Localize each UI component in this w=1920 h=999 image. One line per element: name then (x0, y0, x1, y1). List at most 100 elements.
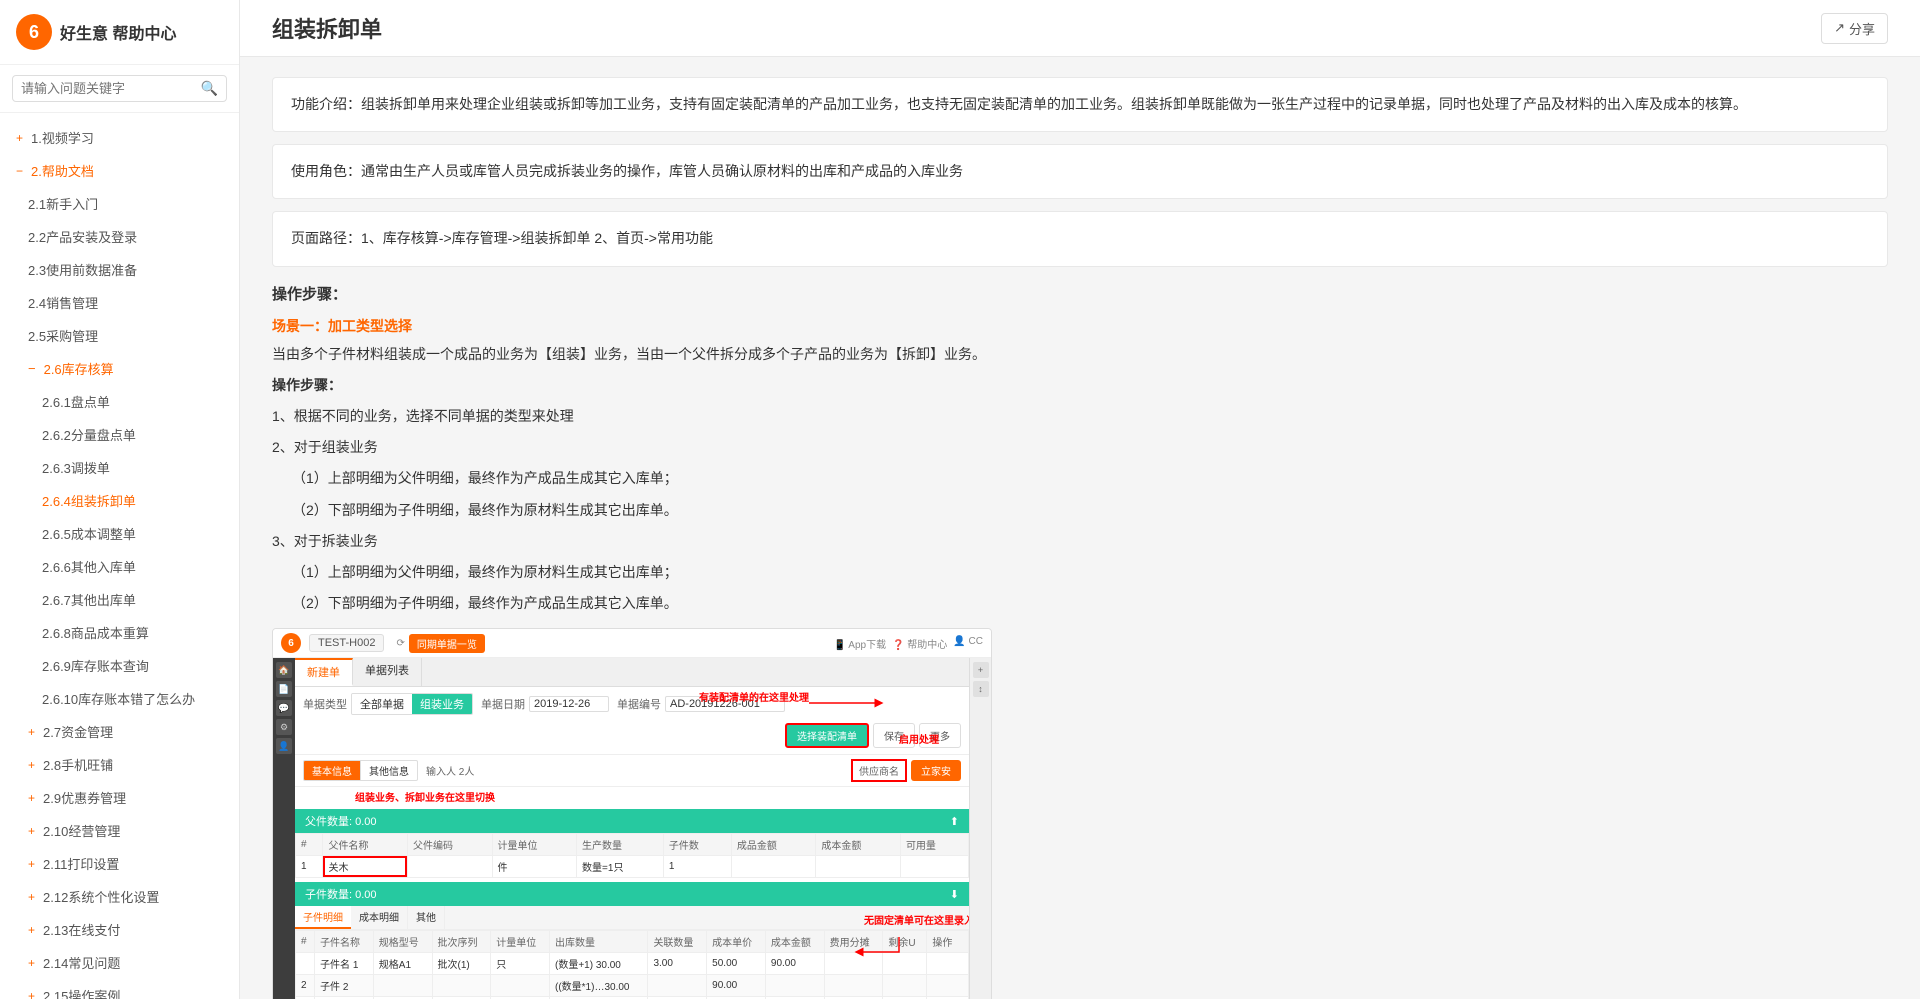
sidebar-item-transfer[interactable]: 2.6.3调拨单 (0, 451, 239, 484)
sub-tab-basic[interactable]: 基本信息 (304, 761, 360, 780)
scenario1-title: 场景一：加工类型选择 (272, 316, 1888, 336)
enable-input[interactable]: 供应商名 (851, 759, 907, 782)
right-icon-1[interactable]: + (973, 662, 989, 678)
form-tabs: 新建单 单据列表 (295, 658, 969, 687)
enable-btn[interactable]: 立家安 (911, 760, 961, 781)
child-section-header: 子件数量: 0.00 ⬇ (295, 882, 969, 906)
mini-doc-icon[interactable]: 📄 (276, 681, 292, 697)
plus-icon9: + (28, 956, 35, 970)
plus-icon2: + (28, 725, 35, 739)
sidebar: 6 好生意 帮助中心 🔍 +1.视频学习 −2.帮助文档 2.1新手入门 2.2… (0, 0, 240, 999)
scenario1-desc: 当由多个子件材料组装成一个成品的业务为【组装】业务，当由一个父件拆分成多个子产品… (272, 342, 1888, 367)
sidebar-item-coupon[interactable]: +2.9优惠券管理 (0, 781, 239, 814)
sidebar-item-help-docs[interactable]: −2.帮助文档 (0, 154, 239, 187)
content-area: 功能介绍：组装拆卸单用来处理企业组装或拆卸等加工业务，支持有固定装配清单的产品加… (240, 57, 1920, 999)
screenshot-container: 6 TEST-H002 ⟳ 同期单据一览 📱 App下载 ❓ 帮助中心 👤 CC… (272, 628, 992, 999)
share-button[interactable]: ↗ 分享 (1821, 13, 1888, 44)
app-layout: 🏠 📄 💬 ⚙ 👤 新建单 单据列表 (273, 658, 991, 999)
form-main: 新建单 单据列表 单据类型 全部单据 组装业务 (295, 658, 969, 999)
annotation-enable: 启用处理 (899, 731, 939, 746)
logo-icon: 6 (16, 14, 52, 50)
sidebar-item-cases[interactable]: +2.15操作案例 (0, 979, 239, 999)
child-section: 子件数量: 0.00 ⬇ 无固定清单可在这里录入 子件明细 成本明细 其他 (295, 882, 969, 999)
chrome-icons: 📱 App下载 ❓ 帮助中心 👤 CC (834, 636, 983, 651)
form-type-field: 单据类型 全部单据 组装业务 (303, 693, 473, 715)
step2: 2、对于组装业务 (272, 435, 1888, 460)
step2-sub1: （1）上部明细为父件明细，最终作为产成品生成其它入库单； (272, 466, 1888, 491)
sidebar-item-partial-stocktake[interactable]: 2.6.2分量盘点单 (0, 418, 239, 451)
sidebar-item-install[interactable]: 2.2产品安装及登录 (0, 220, 239, 253)
page-title: 组装拆卸单 (272, 12, 382, 44)
sidebar-item-newcomer[interactable]: 2.1新手入门 (0, 187, 239, 220)
chrome-logo: 6 (281, 633, 301, 653)
sidebar-item-ops[interactable]: +2.10经营管理 (0, 814, 239, 847)
sidebar-item-print[interactable]: +2.11打印设置 (0, 847, 239, 880)
app-icon: 📱 App下载 (834, 636, 886, 651)
plus-icon10: + (28, 989, 35, 999)
sidebar-item-mobile[interactable]: +2.8手机旺铺 (0, 748, 239, 781)
sidebar-item-outbound[interactable]: 2.6.7其他出库单 (0, 583, 239, 616)
sidebar-item-data-prep[interactable]: 2.3使用前数据准备 (0, 253, 239, 286)
sidebar-item-finance[interactable]: +2.7资金管理 (0, 715, 239, 748)
sidebar-item-inbound[interactable]: 2.6.6其他入库单 (0, 550, 239, 583)
mini-chat-icon[interactable]: 💬 (276, 700, 292, 716)
sidebar-item-stocktake[interactable]: 2.6.1盘点单 (0, 385, 239, 418)
mini-settings-icon[interactable]: ⚙ (276, 719, 292, 735)
path-block: 页面路径：1、库存核算->库存管理->组装拆卸单 2、首页->常用功能 (272, 211, 1888, 266)
search-input[interactable] (21, 81, 201, 96)
sub-tab-extra[interactable]: 其他信息 (360, 761, 417, 780)
plus-icon7: + (28, 890, 35, 904)
plus-icon5: + (28, 824, 35, 838)
sidebar-item-cost-adjust[interactable]: 2.6.5成本调整单 (0, 517, 239, 550)
sidebar-item-customize[interactable]: +2.12系统个性化设置 (0, 880, 239, 913)
tab-new[interactable]: 新建单 (295, 658, 353, 686)
parent-table: # 父件名称 父件编码 计量单位 生产数量 子件数 成品金额 成本金额 可用量 (295, 833, 969, 878)
type-opt-all[interactable]: 全部单据 (352, 694, 412, 714)
parent-table-row: 1 关木 件 数量=1只 1 (296, 856, 969, 878)
search-area: 🔍 (0, 65, 239, 113)
right-icon-2[interactable]: ↕ (973, 681, 989, 697)
child-tab-detail[interactable]: 子件明细 (295, 906, 351, 929)
mini-user-icon[interactable]: 👤 (276, 738, 292, 754)
brand-name: 好生意 帮助中心 (60, 20, 176, 44)
plus-icon: + (16, 131, 23, 145)
child-tab-cost[interactable]: 成本明细 (351, 906, 408, 929)
annotation-bom: 有装配清单的在这里处理 (699, 689, 809, 704)
sidebar-item-assembly[interactable]: 2.6.4组装拆卸单 (0, 484, 239, 517)
parent-name-box (323, 856, 407, 877)
type-opt-assembly[interactable]: 组装业务 (412, 694, 472, 714)
chrome-nav-icon: ⟳ (396, 638, 404, 649)
steps-title: 操作步骤： (272, 373, 1888, 398)
sidebar-item-cost-recalc[interactable]: 2.6.8商品成本重算 (0, 616, 239, 649)
mini-home-icon[interactable]: 🏠 (276, 662, 292, 678)
sidebar-item-ledger-error[interactable]: 2.6.10库存账本错了怎么办 (0, 682, 239, 715)
form-date-field: 单据日期 2019-12-26 (481, 696, 609, 712)
logo-area: 6 好生意 帮助中心 (0, 0, 239, 65)
role-block: 使用角色：通常由生产人员或库管人员完成拆装业务的操作，库管人员确认原材料的出库和… (272, 144, 1888, 199)
plus-icon6: + (28, 857, 35, 871)
plus-icon4: + (28, 791, 35, 805)
annotation-arrow1 (809, 693, 889, 716)
search-icon[interactable]: 🔍 (201, 80, 218, 97)
sub-action-row: 基本信息 其他信息 输入人 2人 组装业务、拆卸业务在这里切换 供应商名 立家安… (295, 755, 969, 787)
child-tab-other[interactable]: 其他 (408, 906, 445, 929)
form-header: 单据类型 全部单据 组装业务 单据日期 2019-12-26 单据编号 (295, 687, 969, 755)
tab-list[interactable]: 单据列表 (353, 658, 422, 686)
sidebar-item-payment[interactable]: +2.13在线支付 (0, 913, 239, 946)
plus-icon3: + (28, 758, 35, 772)
sidebar-item-inventory[interactable]: −2.6库存核算 (0, 352, 239, 385)
select-bom-button[interactable]: 选择装配清单 (785, 723, 869, 748)
left-mini-sidebar: 🏠 📄 💬 ⚙ 👤 (273, 658, 295, 999)
form-type-select: 全部单据 组装业务 (351, 693, 473, 715)
parent-section-title: 父件数量: 0.00 (305, 813, 377, 829)
sidebar-item-faq[interactable]: +2.14常见问题 (0, 946, 239, 979)
sidebar-item-sales[interactable]: 2.4销售管理 (0, 286, 239, 319)
parent-section: 父件数量: 0.00 ⬆ # 父件名称 父件编码 计量单位 生产数量 (295, 809, 969, 878)
sidebar-item-ledger-query[interactable]: 2.6.9库存账本查询 (0, 649, 239, 682)
sidebar-item-video[interactable]: +1.视频学习 (0, 121, 239, 154)
sidebar-item-purchase[interactable]: 2.5采购管理 (0, 319, 239, 352)
chrome-address: TEST-H002 (309, 634, 384, 652)
new-document-btn[interactable]: 同期单据一览 (409, 634, 485, 653)
intro-text: 功能介绍：组装拆卸单用来处理企业组装或拆卸等加工业务，支持有固定装配清单的产品加… (291, 96, 1747, 112)
form-date-value[interactable]: 2019-12-26 (529, 696, 609, 712)
